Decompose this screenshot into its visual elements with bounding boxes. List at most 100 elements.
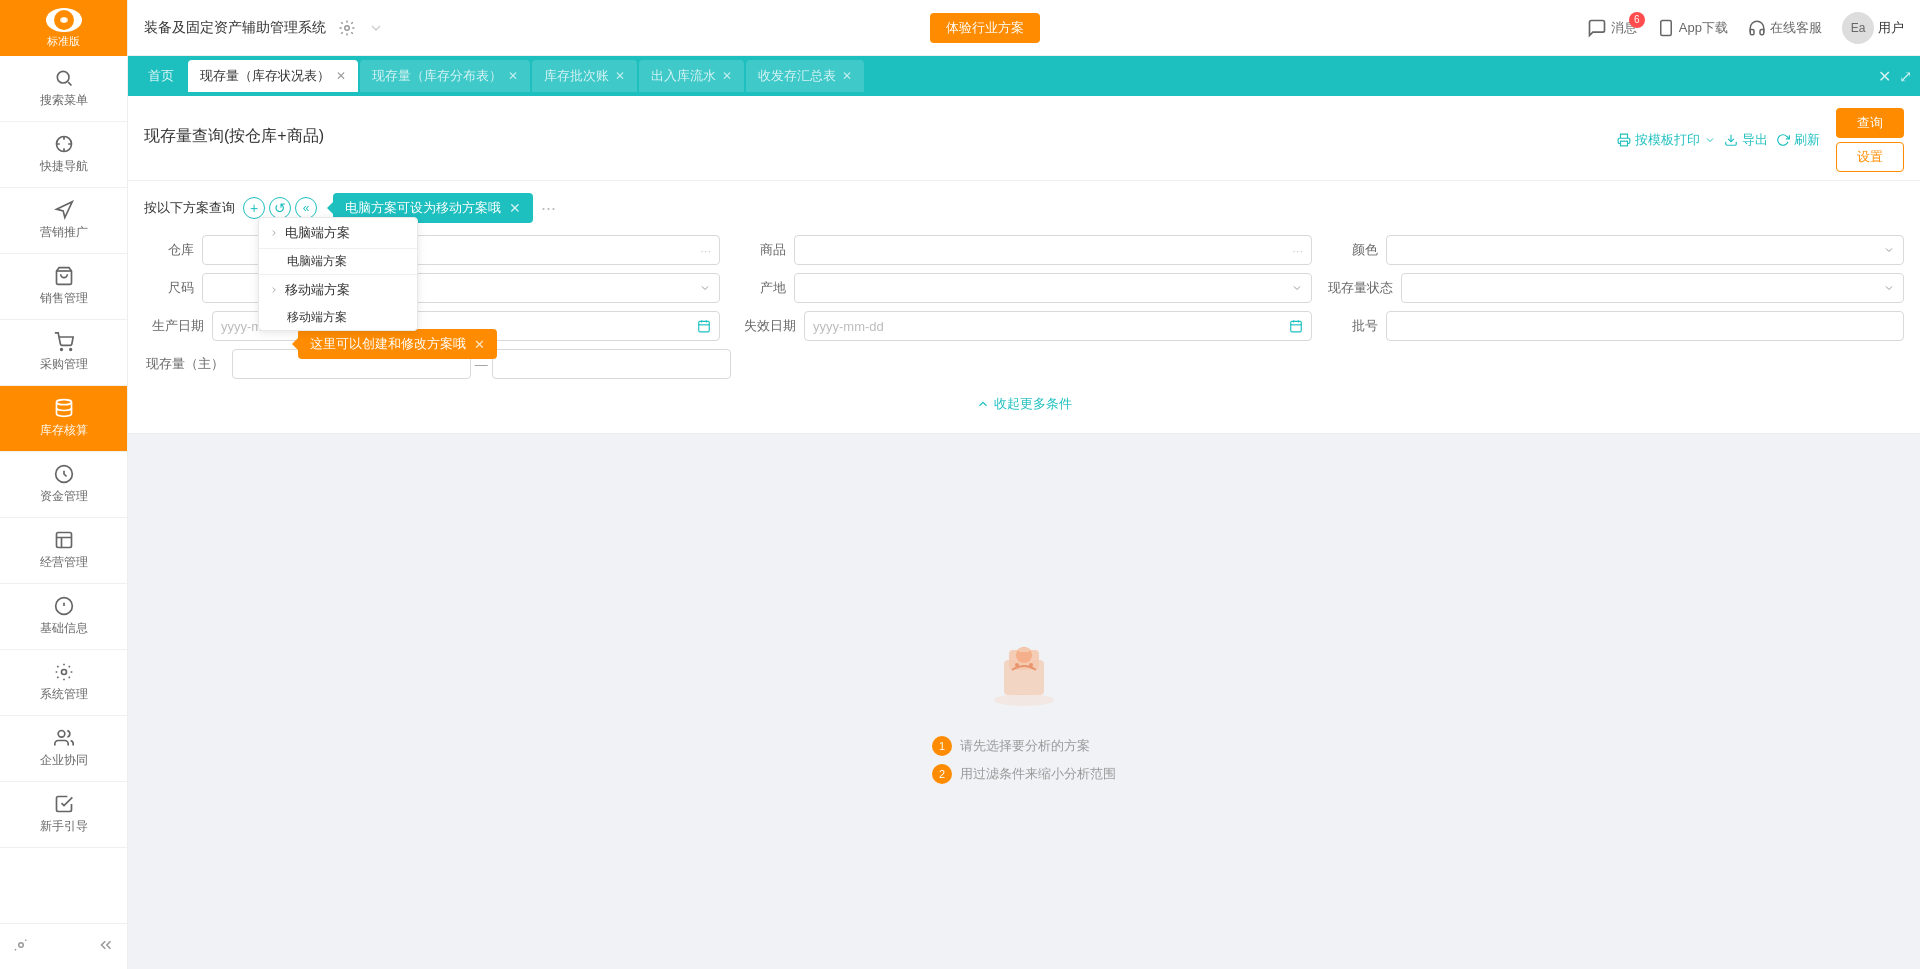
scheme-pc-item-label: 电脑端方案	[287, 254, 347, 268]
data-area: 1 请先选择要分析的方案 2 用过滤条件来缩小分析范围	[128, 434, 1920, 969]
online-service-item[interactable]: 在线客服	[1748, 19, 1822, 37]
export-btn[interactable]: 导出	[1724, 131, 1768, 149]
system-settings-icon[interactable]	[338, 19, 356, 37]
sidebar-item-purchase[interactable]: 采购管理	[0, 320, 127, 386]
tab-home[interactable]: 首页	[136, 67, 186, 85]
sidebar-item-label: 快捷导航	[40, 158, 88, 175]
size-arrow-icon	[699, 282, 711, 294]
sidebar-item-finance[interactable]: 资金管理	[0, 452, 127, 518]
create-scheme-tooltip-wrapper: 这里可以创建和修改方案哦 ✕	[298, 329, 497, 359]
settings-icon[interactable]	[12, 936, 30, 957]
app-download-label: App下载	[1679, 19, 1728, 37]
tab-batch-account[interactable]: 库存批次账 ✕	[532, 60, 637, 92]
sidebar-item-search[interactable]: 搜索菜单	[0, 56, 127, 122]
sidebar-logo: 标准版	[0, 0, 127, 56]
scheme-panel-item-mobile[interactable]: 移动端方案	[259, 274, 417, 305]
tab-inventory-status[interactable]: 现存量（库存状况表） ✕	[188, 60, 358, 92]
tab-bar: 首页 现存量（库存状况表） ✕ 现存量（库存分布表） ✕ 库存批次账 ✕ 出入库…	[128, 56, 1920, 96]
user-label: 用户	[1878, 19, 1904, 37]
scheme-pc-item[interactable]: 电脑端方案	[259, 249, 417, 274]
svg-point-5	[69, 349, 71, 351]
svg-rect-18	[1621, 141, 1628, 146]
inventory-status-select[interactable]	[1401, 273, 1904, 303]
collapse-btn[interactable]: 收起更多条件	[144, 387, 1904, 421]
step-2-text: 用过滤条件来缩小分析范围	[960, 765, 1116, 783]
svg-point-13	[58, 731, 65, 738]
sidebar-item-guide[interactable]: 新手引导	[0, 782, 127, 848]
back-scheme-btn[interactable]: «	[295, 197, 317, 219]
sidebar-item-basic[interactable]: 基础信息	[0, 584, 127, 650]
sidebar-item-marketing[interactable]: 营销推广	[0, 188, 127, 254]
dropdown-arrow-icon[interactable]	[368, 20, 384, 36]
add-scheme-btn[interactable]: +	[243, 197, 265, 219]
refresh-btn[interactable]: 刷新	[1776, 131, 1820, 149]
product-dots: ···	[1292, 243, 1303, 258]
tab-close-icon[interactable]: ✕	[508, 69, 518, 83]
refresh-scheme-btn[interactable]: ↺	[269, 197, 291, 219]
message-icon-item[interactable]: 6 消息	[1587, 18, 1637, 38]
sidebar-item-inventory[interactable]: 库存核算	[0, 386, 127, 452]
scheme-panel-item-pc[interactable]: 电脑端方案	[259, 218, 417, 249]
content-header: 现存量查询(按仓库+商品) 按模板打印 导出 刷新	[128, 96, 1920, 181]
expire-date-input[interactable]: yyyy-mm-dd	[804, 311, 1312, 341]
batch-input[interactable]	[1386, 311, 1904, 341]
origin-select[interactable]	[794, 273, 1312, 303]
tab-close-icon[interactable]: ✕	[722, 69, 732, 83]
svg-point-34	[1029, 663, 1033, 667]
filter-label: 按以下方案查询	[144, 199, 235, 217]
svg-point-15	[345, 25, 350, 30]
logo-icon	[46, 8, 82, 32]
export-label: 导出	[1742, 131, 1768, 149]
tab-home-label: 首页	[148, 68, 174, 83]
tab-in-out-flow[interactable]: 出入库流水 ✕	[639, 60, 744, 92]
scheme-mobile-item[interactable]: 移动端方案	[259, 305, 417, 330]
tab-close-icon[interactable]: ✕	[615, 69, 625, 83]
color-arrow-icon	[1883, 244, 1895, 256]
tab-close-icon[interactable]: ✕	[336, 69, 346, 83]
sidebar-item-enterprise[interactable]: 企业协同	[0, 716, 127, 782]
filter-col-inventory-status: 现存量状态	[1328, 273, 1904, 303]
svg-point-1	[57, 71, 69, 83]
print-btn[interactable]: 按模板打印	[1617, 131, 1716, 149]
filter-col-batch: 批号	[1328, 311, 1904, 341]
fullscreen-icon[interactable]: ⤢	[1899, 67, 1912, 86]
color-select[interactable]	[1386, 235, 1904, 265]
product-select[interactable]: ···	[794, 235, 1312, 265]
tab-label: 出入库流水	[651, 67, 716, 85]
tab-inventory-dist[interactable]: 现存量（库存分布表） ✕	[360, 60, 530, 92]
system-name: 装备及固定资产辅助管理系统	[144, 19, 326, 37]
create-scheme-close[interactable]: ✕	[474, 337, 485, 352]
scheme-tooltip-text: 电脑方案可设为移动方案哦	[345, 199, 501, 217]
scheme-tooltip-close[interactable]: ✕	[509, 200, 521, 216]
close-all-tabs-icon[interactable]: ✕	[1878, 67, 1891, 86]
svg-point-28	[994, 694, 1054, 706]
tab-close-icon[interactable]: ✕	[842, 69, 852, 83]
sidebar-nav: 搜索菜单 快捷导航 营销推广 销售管理 采购管理 库存核算 资金管理 经营管理	[0, 56, 127, 923]
expire-date-label: 失效日期	[736, 317, 796, 335]
search-btn[interactable]: 查询	[1836, 108, 1904, 138]
app-download-item[interactable]: App下载	[1657, 19, 1728, 37]
size-label: 尺码	[144, 279, 194, 297]
origin-label: 产地	[736, 279, 786, 297]
trial-btn[interactable]: 体验行业方案	[930, 13, 1040, 43]
tab-collect-summary[interactable]: 收发存汇总表 ✕	[746, 60, 864, 92]
sidebar-item-quick[interactable]: 快捷导航	[0, 122, 127, 188]
reset-btn[interactable]: 设置	[1836, 142, 1904, 172]
create-scheme-tooltip: 这里可以创建和修改方案哦 ✕	[298, 329, 497, 359]
svg-rect-8	[56, 533, 71, 548]
inventory-qty-label: 现存量（主）	[144, 355, 224, 373]
svg-rect-32	[1018, 648, 1030, 652]
expire-date-placeholder: yyyy-mm-dd	[813, 319, 884, 334]
sidebar-item-operations[interactable]: 经营管理	[0, 518, 127, 584]
empty-steps: 1 请先选择要分析的方案 2 用过滤条件来缩小分析范围	[932, 736, 1116, 784]
svg-point-14	[19, 943, 24, 948]
user-item[interactable]: Ea 用户	[1842, 12, 1904, 44]
sidebar-item-system[interactable]: 系统管理	[0, 650, 127, 716]
dots-menu-1[interactable]: ···	[541, 198, 556, 219]
header-left: 装备及固定资产辅助管理系统	[144, 19, 384, 37]
collapse-sidebar-btn[interactable]	[97, 936, 115, 957]
sidebar-item-sales[interactable]: 销售管理	[0, 254, 127, 320]
inventory-qty-to[interactable]	[492, 349, 731, 379]
headset-icon	[1748, 19, 1766, 37]
print-label: 按模板打印	[1635, 131, 1700, 149]
